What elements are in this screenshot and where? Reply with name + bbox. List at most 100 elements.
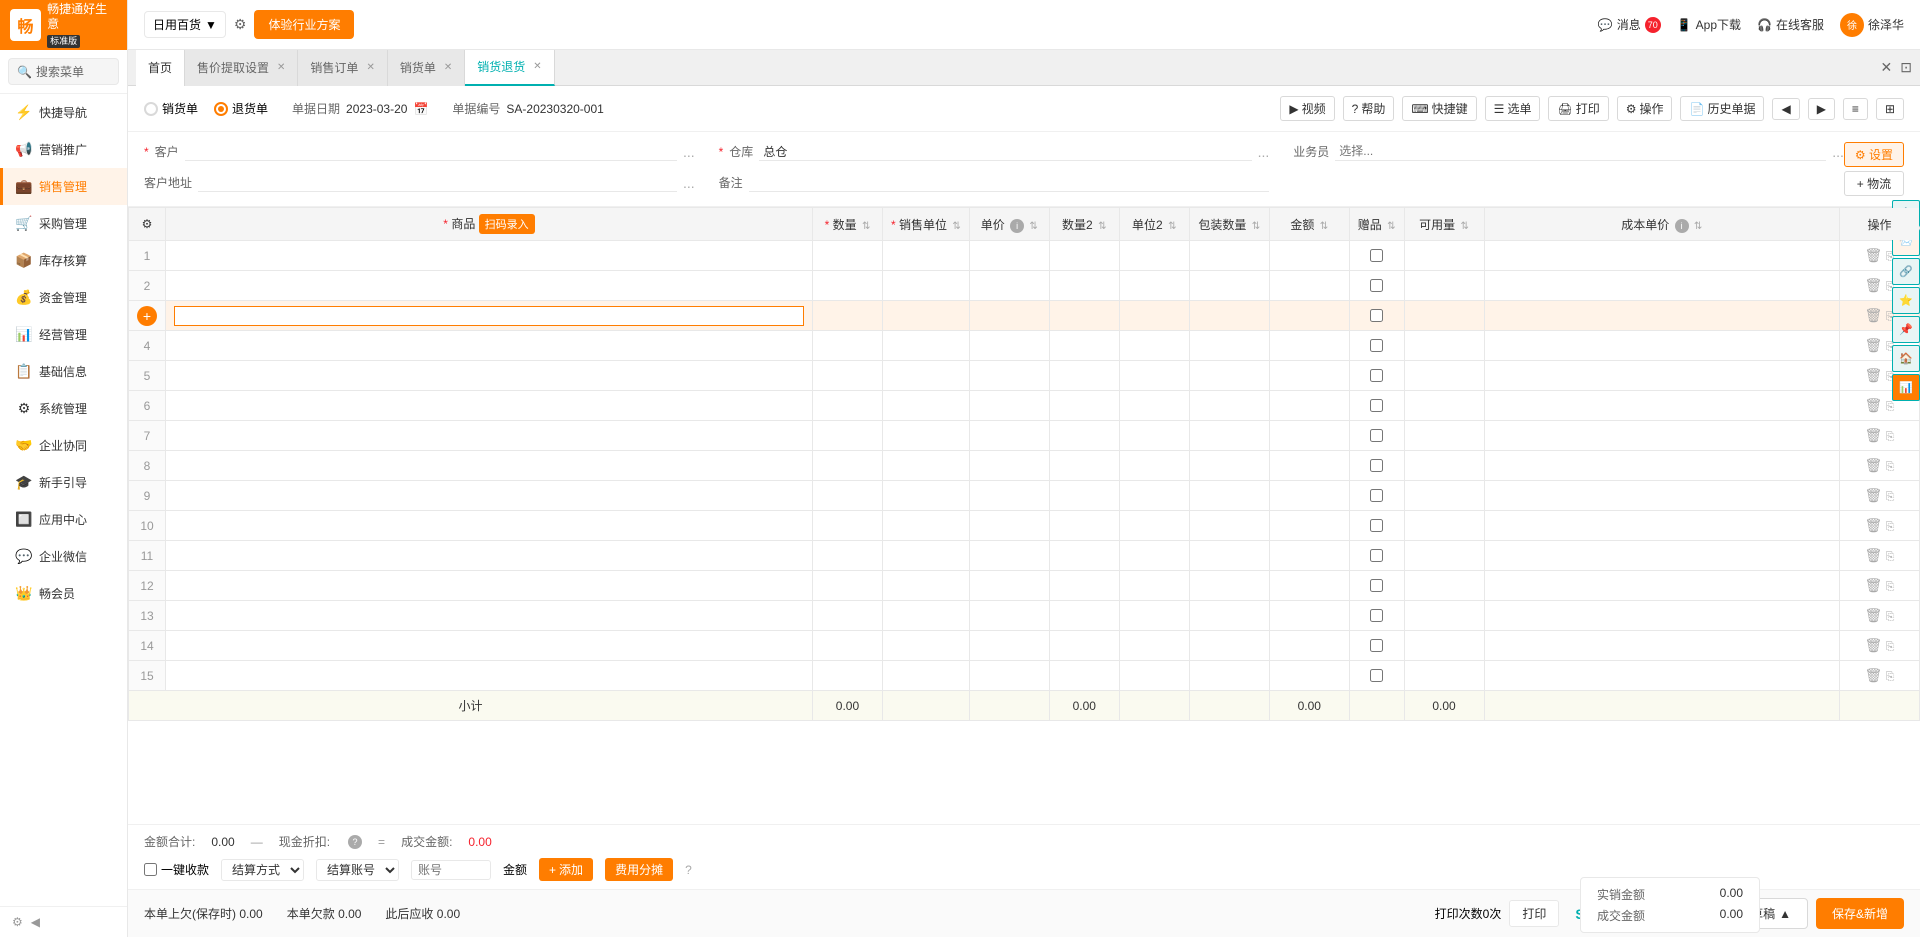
package-qty-cell-4[interactable] (1189, 331, 1269, 361)
delete-btn-4[interactable]: 🗑 (1865, 337, 1883, 354)
unit2-cell-10[interactable] (1119, 511, 1189, 541)
address-input[interactable] (198, 173, 677, 192)
sidebar-item-basic[interactable]: 📋 基础信息 (0, 353, 127, 390)
available-cell-15[interactable] (1404, 661, 1484, 691)
unit-price-cell-10[interactable] (969, 511, 1049, 541)
amount-cell-7[interactable] (1269, 421, 1349, 451)
barcode-btn[interactable]: 扫码录入 (479, 214, 535, 234)
quantity2-cell-8[interactable] (1049, 451, 1119, 481)
quantity-cell-13[interactable] (812, 601, 882, 631)
unit2-cell-14[interactable] (1119, 631, 1189, 661)
unit2-cell-2[interactable] (1119, 271, 1189, 301)
gift-checkbox-12[interactable] (1370, 579, 1383, 592)
unit2-cell-12[interactable] (1119, 571, 1189, 601)
product-cell-11[interactable] (166, 541, 813, 571)
quantity-cell-6[interactable] (812, 391, 882, 421)
customer-input[interactable] (185, 142, 677, 161)
sales-unit-cell-2[interactable] (882, 271, 969, 301)
gift-cell-3[interactable] (1349, 301, 1404, 331)
sidebar-item-sales[interactable]: 💼 销售管理 (0, 168, 127, 205)
gift-cell-7[interactable] (1349, 421, 1404, 451)
delete-btn-8[interactable]: 🗑 (1865, 457, 1883, 474)
sales-unit-cell-11[interactable] (882, 541, 969, 571)
product-cell-15[interactable] (166, 661, 813, 691)
quantity2-cell-12[interactable] (1049, 571, 1119, 601)
gift-cell-9[interactable] (1349, 481, 1404, 511)
quantity-cell-10[interactable] (812, 511, 882, 541)
sales-unit-cell-8[interactable] (882, 451, 969, 481)
collapse-icon[interactable]: ◀ (31, 915, 40, 929)
available-cell-8[interactable] (1404, 451, 1484, 481)
amount-cell-5[interactable] (1269, 361, 1349, 391)
amount-cell-9[interactable] (1269, 481, 1349, 511)
quantity-cell-2[interactable] (812, 271, 882, 301)
prev-record-btn[interactable]: ◀ (1772, 98, 1799, 120)
sales-unit-cell-15[interactable] (882, 661, 969, 691)
trial-button[interactable]: 体验行业方案 (254, 10, 354, 39)
package-qty-cell-5[interactable] (1189, 361, 1269, 391)
warehouse-dots[interactable]: ... (1258, 144, 1270, 160)
package-qty-cell-2[interactable] (1189, 271, 1269, 301)
tab-sales-return[interactable]: 销货退货 ✕ (465, 50, 554, 86)
gift-checkbox-2[interactable] (1370, 279, 1383, 292)
sort-gift-icon[interactable]: ⇅ (1387, 221, 1395, 232)
gift-cell-15[interactable] (1349, 661, 1404, 691)
add-row-btn[interactable]: + (137, 306, 157, 326)
calendar-icon[interactable]: 📅 (413, 102, 428, 116)
add-payment-btn[interactable]: + 添加 (539, 858, 593, 881)
sidebar-item-inventory[interactable]: 📦 库存核算 (0, 242, 127, 279)
package-qty-cell-13[interactable] (1189, 601, 1269, 631)
package-qty-cell-7[interactable] (1189, 421, 1269, 451)
sidebar-item-purchase[interactable]: 🛒 采购管理 (0, 205, 127, 242)
quantity2-cell-14[interactable] (1049, 631, 1119, 661)
next-record-btn[interactable]: ▶ (1808, 98, 1835, 120)
gift-checkbox-14[interactable] (1370, 639, 1383, 652)
product-cell-13[interactable] (166, 601, 813, 631)
tab-sales-bill-close-icon[interactable]: ✕ (444, 62, 452, 73)
cost-price-cell-1[interactable] (1484, 241, 1840, 271)
unit-price-cell-5[interactable] (969, 361, 1049, 391)
available-cell-13[interactable] (1404, 601, 1484, 631)
amount-cell-10[interactable] (1269, 511, 1349, 541)
unit-price-cell-13[interactable] (969, 601, 1049, 631)
delete-btn-15[interactable]: 🗑 (1865, 667, 1883, 684)
quantity-cell-11[interactable] (812, 541, 882, 571)
shortcut-btn[interactable]: ⌨ 快捷键 (1402, 96, 1476, 121)
quantity2-cell-15[interactable] (1049, 661, 1119, 691)
search-menu-button[interactable]: 🔍 搜索菜单 (8, 58, 119, 85)
unit2-cell-5[interactable] (1119, 361, 1189, 391)
delete-btn-13[interactable]: 🗑 (1865, 607, 1883, 624)
quick-action-3[interactable]: 🔗 (1892, 258, 1920, 285)
product-cell-14[interactable] (166, 631, 813, 661)
unit2-cell-9[interactable] (1119, 481, 1189, 511)
unit2-cell-11[interactable] (1119, 541, 1189, 571)
save-new-btn[interactable]: 保存&新增 (1816, 898, 1904, 929)
copy-btn-7[interactable]: ⎘ (1886, 431, 1895, 444)
unit-price-cell-15[interactable] (969, 661, 1049, 691)
amount-cell-1[interactable] (1269, 241, 1349, 271)
product-cell-10[interactable] (166, 511, 813, 541)
product-cell-5[interactable] (166, 361, 813, 391)
unit-price-cell-14[interactable] (969, 631, 1049, 661)
th-settings[interactable]: ⚙ (129, 208, 166, 241)
package-qty-cell-15[interactable] (1189, 661, 1269, 691)
gift-cell-13[interactable] (1349, 601, 1404, 631)
staff-dots[interactable]: ... (1832, 144, 1844, 160)
copy-btn-12[interactable]: ⎘ (1886, 581, 1895, 594)
gift-cell-8[interactable] (1349, 451, 1404, 481)
sales-unit-cell-13[interactable] (882, 601, 969, 631)
delete-btn-2[interactable]: 🗑 (1865, 277, 1883, 294)
sales-unit-cell-4[interactable] (882, 331, 969, 361)
settings-action-btn[interactable]: ⚙ 设置 (1844, 142, 1904, 167)
cash-discount-info-icon[interactable]: ? (348, 835, 362, 849)
quantity2-cell-2[interactable] (1049, 271, 1119, 301)
unit-price-cell-7[interactable] (969, 421, 1049, 451)
gift-cell-2[interactable] (1349, 271, 1404, 301)
video-btn[interactable]: ▶ 视频 (1280, 96, 1334, 121)
app-download-item[interactable]: 📱 App下载 (1677, 16, 1741, 33)
available-cell-4[interactable] (1404, 331, 1484, 361)
gift-checkbox-3[interactable] (1370, 309, 1383, 322)
sort-quantity-icon[interactable]: ⇅ (862, 221, 870, 232)
unit-price-cell-3[interactable] (969, 301, 1049, 331)
cost-price-cell-15[interactable] (1484, 661, 1840, 691)
